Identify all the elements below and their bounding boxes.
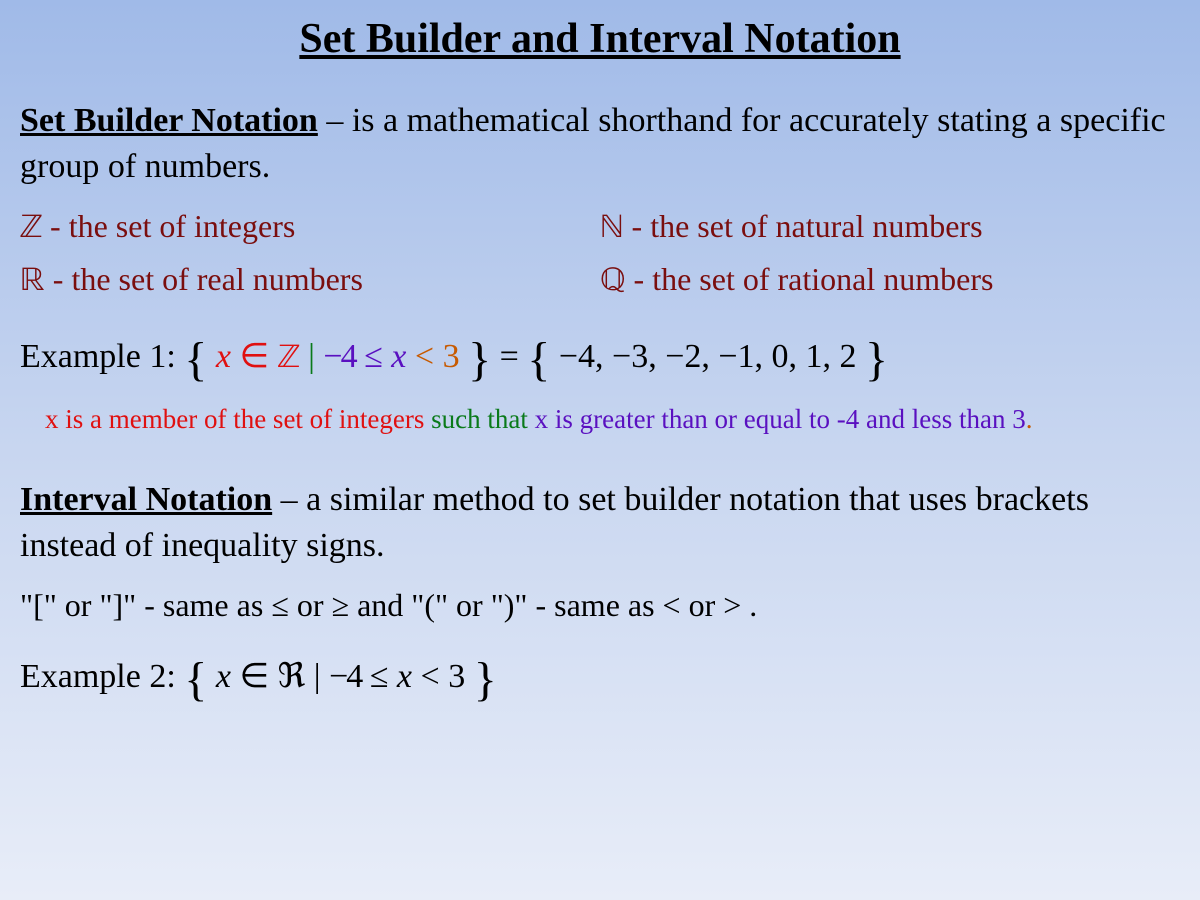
- explain-orange: .: [1026, 404, 1033, 434]
- ex1-lt: <: [415, 338, 443, 375]
- bracket-explanation: "[" or "]" - same as ≤ or ≥ and "(" or "…: [20, 587, 1180, 624]
- ex1-list: −4, −3, −2, −1, 0, 1, 2: [559, 338, 857, 375]
- ex2-x1: x: [216, 658, 231, 695]
- page-title: Set Builder and Interval Notation: [20, 15, 1180, 63]
- set-builder-term: Set Builder Notation: [20, 102, 318, 139]
- ex2-neg4: −4: [329, 658, 361, 695]
- sets-row-2: ℝ - the set of real numbers ℚ - the set …: [20, 261, 1180, 304]
- ex2-right-brace: }: [474, 653, 497, 706]
- ex1-bar: |: [308, 338, 323, 375]
- ex2-bar: |: [314, 658, 329, 695]
- explain-green: such that: [424, 404, 534, 434]
- ex2-left-brace: {: [184, 653, 207, 706]
- ex1-in: ∈: [239, 338, 277, 375]
- ex2-in: ∈: [239, 658, 277, 695]
- example-1: Example 1: { x ∈ ℤ | −4 ≤ x < 3 } = { −4…: [20, 332, 1180, 387]
- example-1-label: Example 1:: [20, 338, 184, 375]
- ex2-r: ℜ: [278, 658, 306, 695]
- right-brace-2: }: [865, 333, 888, 386]
- example-2-label: Example 2:: [20, 658, 184, 695]
- z-symbol: ℤ: [20, 212, 42, 246]
- interval-term: Interval Notation: [20, 481, 272, 518]
- ex1-eq: =: [500, 338, 528, 375]
- ex1-le: ≤: [364, 338, 391, 375]
- ex2-lt: <: [421, 658, 449, 695]
- left-brace-2: {: [527, 333, 550, 386]
- ex1-z: ℤ: [278, 342, 300, 376]
- example-2: Example 2: { x ∈ ℜ | −4 ≤ x < 3 }: [20, 652, 1180, 707]
- r-symbol: ℝ: [20, 265, 45, 299]
- ex1-three: 3: [443, 338, 460, 375]
- set-rationals: ℚ - the set of rational numbers: [600, 261, 1180, 304]
- q-symbol: ℚ: [600, 265, 626, 299]
- left-brace-1: {: [184, 333, 207, 386]
- set-builder-definition: Set Builder Notation – is a mathematical…: [20, 98, 1180, 190]
- set-integers: ℤ - the set of integers: [20, 208, 600, 251]
- set-reals: ℝ - the set of real numbers: [20, 261, 600, 304]
- sets-row-1: ℤ - the set of integers ℕ - the set of n…: [20, 208, 1180, 251]
- r-text: - the set of real numbers: [45, 261, 363, 297]
- ex2-x2: x: [397, 658, 412, 695]
- example-1-explanation: x is a member of the set of integers suc…: [45, 401, 1180, 437]
- ex1-x2: x: [391, 338, 406, 375]
- ex2-le: ≤: [370, 658, 397, 695]
- right-brace-1: }: [468, 333, 491, 386]
- interval-definition: Interval Notation – a similar method to …: [20, 477, 1180, 569]
- z-text: - the set of integers: [42, 208, 295, 244]
- n-text: - the set of natural numbers: [624, 208, 983, 244]
- n-symbol: ℕ: [600, 212, 624, 246]
- ex2-three: 3: [448, 658, 465, 695]
- ex1-neg4: −4: [323, 338, 355, 375]
- q-text: - the set of rational numbers: [626, 261, 994, 297]
- set-naturals: ℕ - the set of natural numbers: [600, 208, 1180, 251]
- explain-purple: x is greater than or equal to -4 and les…: [535, 404, 1026, 434]
- ex1-x1: x: [216, 338, 231, 375]
- explain-red: x is a member of the set of integers: [45, 404, 424, 434]
